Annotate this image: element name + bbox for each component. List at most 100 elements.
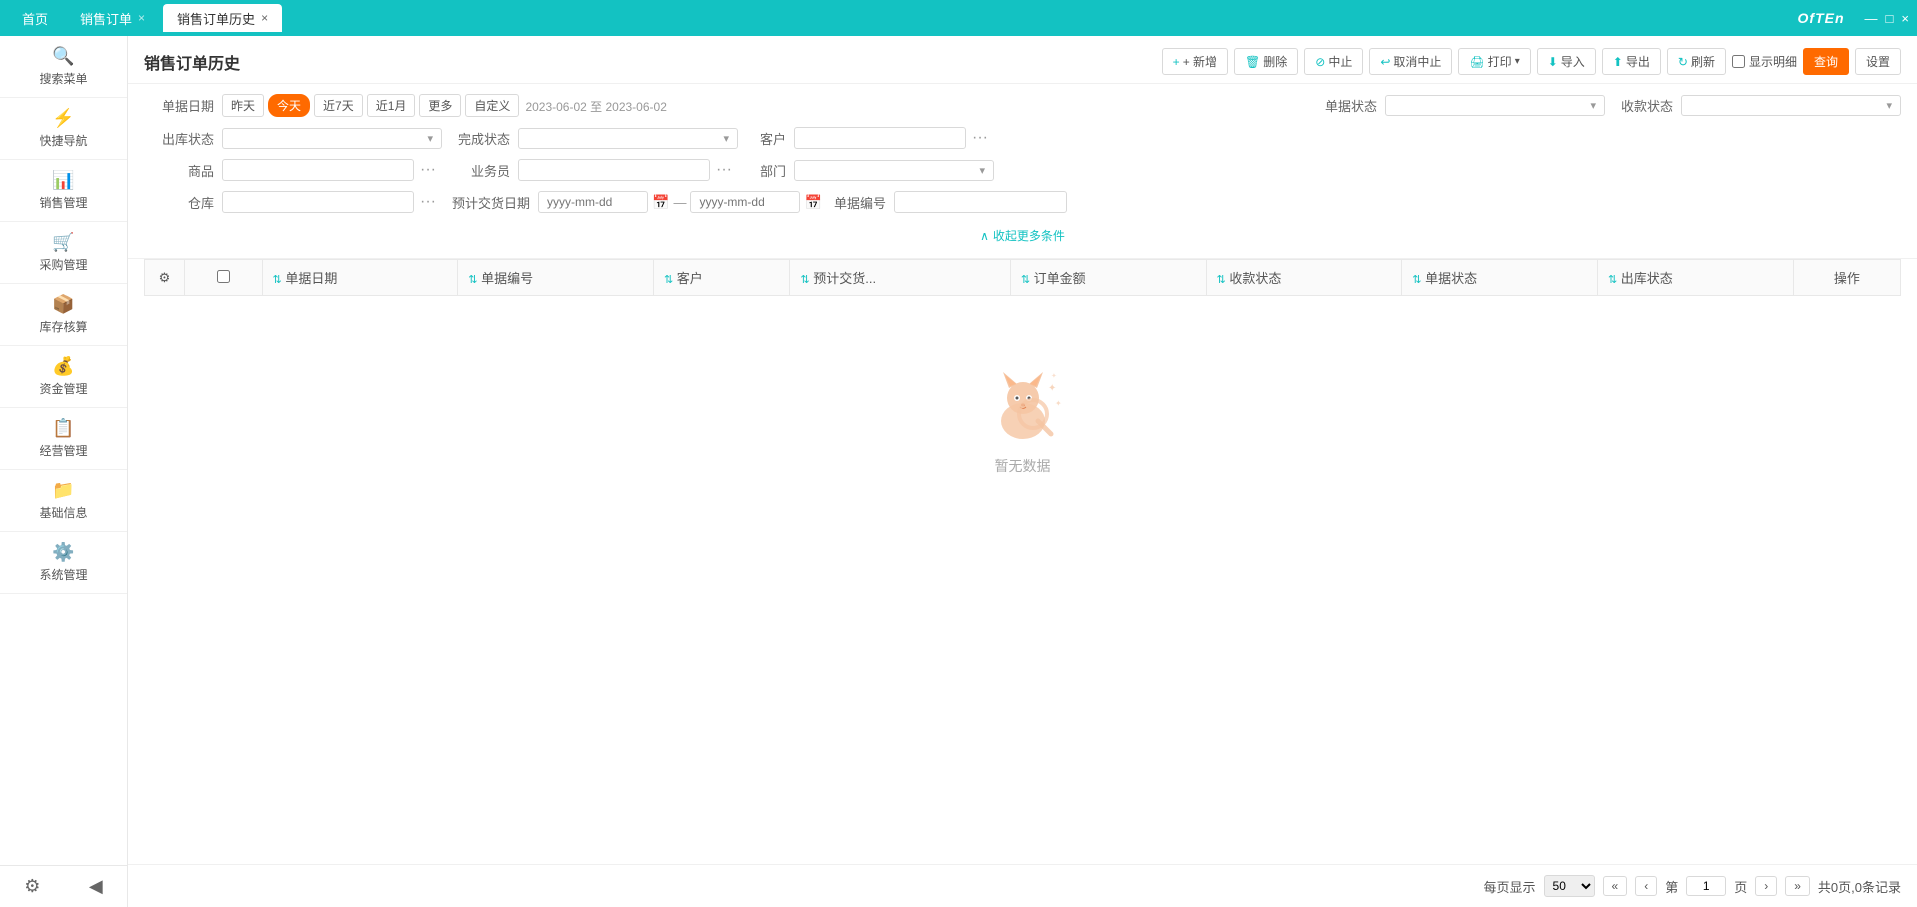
import-label: 导入: [1561, 53, 1585, 70]
tab-sales-order[interactable]: 销售订单 ×: [66, 4, 159, 32]
tab-sales-order-history[interactable]: 销售订单历史 ×: [163, 4, 282, 32]
sidebar-item-inventory-calc[interactable]: 📦 库存核算: [0, 284, 127, 346]
tab-home[interactable]: 首页: [8, 4, 62, 32]
query-button[interactable]: 查询: [1803, 48, 1849, 75]
date-btn-today[interactable]: 今天: [268, 94, 310, 117]
customer-column-header[interactable]: ⇅ 客户: [653, 260, 789, 296]
stop-icon: ⊘: [1315, 55, 1325, 69]
delivery-date-dash: —: [673, 195, 686, 210]
outbound-status-select[interactable]: ▾: [222, 128, 442, 149]
import-button[interactable]: ⬇ 导入: [1537, 48, 1596, 75]
delivery-date-from-calendar-icon[interactable]: 📅: [652, 194, 669, 211]
settings-column-header[interactable]: ⚙: [145, 260, 185, 296]
bill-no-sort-icon: ⇅: [468, 274, 477, 286]
delete-button[interactable]: 🗑 删除: [1234, 48, 1298, 75]
collapse-bar[interactable]: ∧ 收起更多条件: [144, 223, 1901, 248]
date-btn-custom[interactable]: 自定义: [465, 94, 519, 117]
bill-date-column-header[interactable]: ⇅ 单据日期: [262, 260, 458, 296]
display-toggle[interactable]: 显示明细: [1732, 53, 1797, 70]
warehouse-input[interactable]: [222, 191, 414, 213]
tab-sales-order-history-close[interactable]: ×: [261, 11, 268, 25]
display-toggle-checkbox[interactable]: [1732, 55, 1745, 68]
complete-status-select[interactable]: ▾: [518, 128, 738, 149]
product-more-icon[interactable]: ···: [414, 161, 442, 179]
date-btn-yesterday[interactable]: 昨天: [222, 94, 264, 117]
table-settings-icon[interactable]: ⚙: [159, 270, 171, 285]
receipt-status-select[interactable]: ▾: [1681, 95, 1901, 116]
tab-sales-order-close[interactable]: ×: [138, 11, 145, 25]
sidebar-item-inventory-calc-label: 库存核算: [39, 318, 87, 335]
page-input[interactable]: [1686, 876, 1726, 896]
export-label: 导出: [1626, 53, 1650, 70]
customer-more-icon[interactable]: ···: [966, 129, 994, 147]
sidebar-item-quick-nav-label: 快捷导航: [39, 132, 87, 149]
bill-no-column-header[interactable]: ⇅ 单据编号: [458, 260, 654, 296]
svg-text:✦: ✦: [1051, 372, 1057, 380]
receipt-status-column-header[interactable]: ⇅ 收款状态: [1206, 260, 1402, 296]
bill-status-column-header[interactable]: ⇅ 单据状态: [1402, 260, 1598, 296]
outbound-status-column-header[interactable]: ⇅ 出库状态: [1597, 260, 1793, 296]
select-all-checkbox[interactable]: [217, 270, 230, 283]
first-page-btn[interactable]: «: [1603, 876, 1628, 896]
delivery-date-group: 📅 — 📅: [538, 191, 818, 213]
per-page-select[interactable]: 50 10 20 100: [1544, 875, 1595, 897]
delivery-date-column-header[interactable]: ⇅ 预计交货...: [790, 260, 1010, 296]
dept-select[interactable]: ▾: [794, 160, 994, 181]
product-input[interactable]: [222, 159, 414, 181]
warehouse-more-icon[interactable]: ···: [414, 193, 442, 211]
date-range-text: 2023-06-02 至 2023-06-02: [525, 98, 666, 115]
date-btn-1month[interactable]: 近1月: [367, 94, 416, 117]
salesperson-more-icon[interactable]: ···: [710, 161, 738, 179]
page-suffix: 页: [1734, 877, 1747, 896]
order-amount-column-header[interactable]: ⇅ 订单金额: [1010, 260, 1206, 296]
checkbox-column-header: [185, 260, 263, 296]
sidebar-item-fund-mgmt[interactable]: 💰 资金管理: [0, 346, 127, 408]
sidebar-item-sys-mgmt[interactable]: ⚙️ 系统管理: [0, 532, 127, 594]
table-header-row: ⚙ ⇅ 单据日期 ⇅ 单据编号: [145, 260, 1901, 296]
warehouse-control: ···: [222, 191, 442, 213]
date-selector: 昨天 今天 近7天 近1月 更多 自定义 2023-06-02 至 2023-0…: [222, 94, 1309, 117]
last-page-btn[interactable]: »: [1785, 876, 1810, 896]
restore-btn[interactable]: □: [1886, 11, 1894, 26]
outbound-status-sort-icon: ⇅: [1608, 274, 1617, 286]
minimize-btn[interactable]: —: [1865, 11, 1878, 26]
delivery-date-from-input[interactable]: [538, 191, 648, 213]
customer-input[interactable]: [794, 127, 966, 149]
page-label: 第: [1665, 877, 1678, 896]
search-menu-icon: 🔍: [52, 46, 74, 67]
salesperson-label: 业务员: [450, 161, 510, 180]
cancel-stop-button[interactable]: ↩ 取消中止: [1369, 48, 1452, 75]
sidebar-item-basic-info[interactable]: 📁 基础信息: [0, 470, 127, 532]
sidebar-item-ops-mgmt[interactable]: 📋 经营管理: [0, 408, 127, 470]
sidebar-settings-icon[interactable]: ⚙: [24, 876, 40, 897]
bill-status-select[interactable]: ▾: [1385, 95, 1605, 116]
customer-sort-icon: ⇅: [664, 274, 673, 286]
new-button[interactable]: + + 新增: [1162, 48, 1228, 75]
sidebar-item-search-menu[interactable]: 🔍 搜索菜单: [0, 36, 127, 98]
stop-button[interactable]: ⊘ 中止: [1304, 48, 1363, 75]
sidebar-bottom: ⚙ ◀: [0, 865, 127, 907]
print-chevron-icon: ▾: [1515, 56, 1520, 67]
refresh-button[interactable]: ↻ 刷新: [1667, 48, 1726, 75]
sidebar: 🔍 搜索菜单 ⚡ 快捷导航 📊 销售管理 🛒 采购管理 📦 库存核算 💰 资金管…: [0, 36, 128, 907]
close-btn[interactable]: ×: [1901, 11, 1909, 26]
prev-page-btn[interactable]: ‹: [1635, 876, 1657, 896]
bill-no-input[interactable]: [894, 191, 1067, 213]
print-label: 打印: [1488, 53, 1512, 70]
salesperson-input[interactable]: [518, 159, 710, 181]
delivery-date-to-calendar-icon[interactable]: 📅: [804, 194, 821, 211]
sidebar-item-sales-mgmt[interactable]: 📊 销售管理: [0, 160, 127, 222]
receipt-status-label: 收款状态: [1613, 96, 1673, 115]
date-btn-more[interactable]: 更多: [419, 94, 461, 117]
settings-button[interactable]: 设置: [1855, 48, 1901, 75]
sidebar-item-purchase-mgmt[interactable]: 🛒 采购管理: [0, 222, 127, 284]
print-button[interactable]: 🖨 打印 ▾: [1458, 48, 1530, 75]
sidebar-collapse-icon[interactable]: ◀: [89, 876, 103, 897]
export-button[interactable]: ⬆ 导出: [1602, 48, 1661, 75]
delivery-date-to-input[interactable]: [690, 191, 800, 213]
customer-control: ···: [794, 127, 994, 149]
next-page-btn[interactable]: ›: [1755, 876, 1777, 896]
sidebar-item-quick-nav[interactable]: ⚡ 快捷导航: [0, 98, 127, 160]
page-title: 销售订单历史: [144, 50, 1162, 74]
date-btn-7days[interactable]: 近7天: [314, 94, 363, 117]
